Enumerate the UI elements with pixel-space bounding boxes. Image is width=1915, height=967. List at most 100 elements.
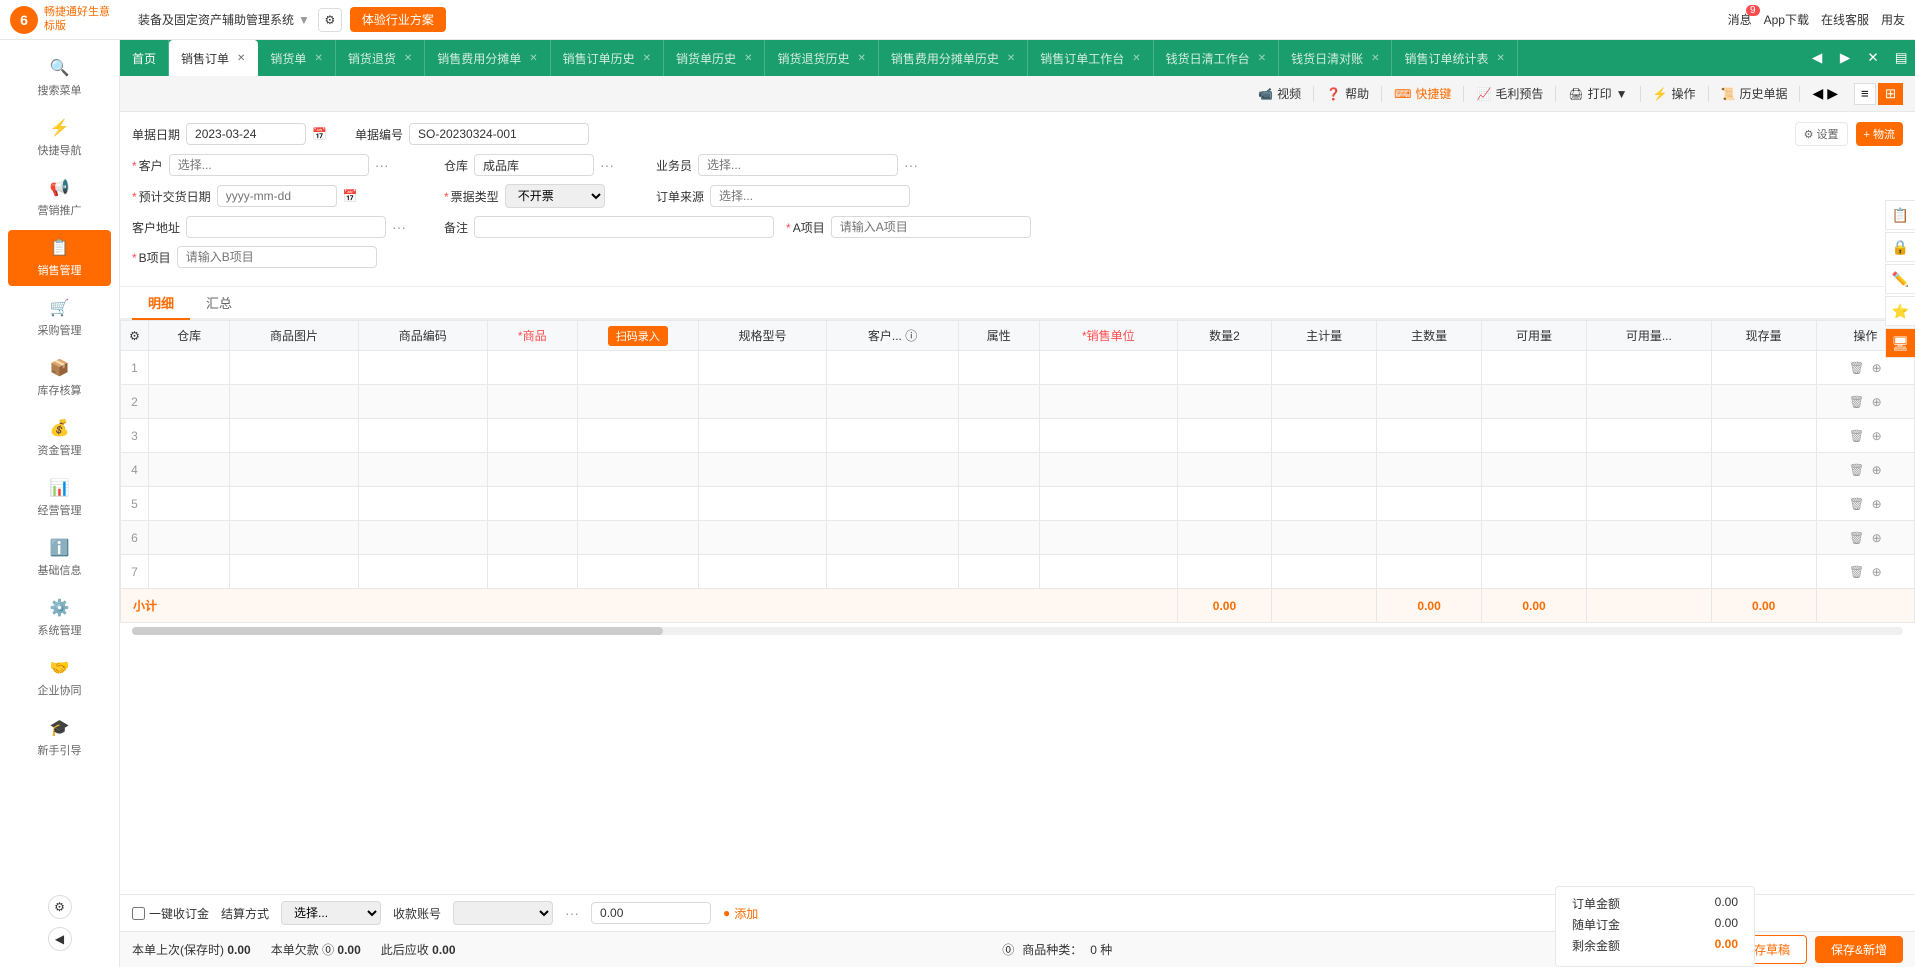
row-7-qty2[interactable] xyxy=(1177,555,1271,589)
row-5-cust-code[interactable] xyxy=(827,487,958,521)
close-sales-order-tab[interactable]: ✕ xyxy=(237,53,245,64)
view-button[interactable]: 📹 视频 xyxy=(1258,85,1301,102)
project-b-input[interactable] xyxy=(177,246,377,268)
row-7-cust-code[interactable] xyxy=(827,555,958,589)
row-6-product[interactable] xyxy=(487,521,577,555)
industry-plan-button[interactable]: 体验行业方案 xyxy=(350,7,446,32)
row-1-delete-icon[interactable]: 🗑 xyxy=(1849,361,1864,375)
row-2-delete-icon[interactable]: 🗑 xyxy=(1849,395,1864,409)
row-1-qty2[interactable] xyxy=(1177,351,1271,385)
row-4-unit[interactable] xyxy=(1039,453,1177,487)
row-4-attr[interactable] xyxy=(958,453,1039,487)
payment-amount-input[interactable] xyxy=(591,902,711,924)
close-sales-note-tab[interactable]: ✕ xyxy=(314,53,322,64)
row-3-unit[interactable] xyxy=(1039,419,1177,453)
staff-input[interactable] xyxy=(698,154,898,176)
tab-close-all-button[interactable]: ✕ xyxy=(1859,40,1887,76)
close-workbench-tab[interactable]: ✕ xyxy=(1132,53,1140,64)
toolbar-next-button[interactable]: ▶ xyxy=(1827,85,1838,102)
row-7-attr[interactable] xyxy=(958,555,1039,589)
row-4-copy-icon[interactable]: ⊕ xyxy=(1872,463,1882,477)
sidebar-item-inventory[interactable]: 📦 库存核算 xyxy=(8,350,111,406)
row-1-spec[interactable] xyxy=(698,351,827,385)
row-5-copy-icon[interactable]: ⊕ xyxy=(1872,497,1882,511)
row-6-cust-code[interactable] xyxy=(827,521,958,555)
calendar-icon[interactable]: 📅 xyxy=(312,127,327,141)
row-7-unit[interactable] xyxy=(1039,555,1177,589)
row-1-attr[interactable] xyxy=(958,351,1039,385)
row-3-attr[interactable] xyxy=(958,419,1039,453)
toolbar-prev-button[interactable]: ◀ xyxy=(1812,85,1823,102)
row-5-spec[interactable] xyxy=(698,487,827,521)
app-download-link[interactable]: App下载 xyxy=(1764,11,1809,28)
settings-bottom-icon[interactable]: ⚙ xyxy=(48,895,72,919)
row-6-attr[interactable] xyxy=(958,521,1039,555)
warehouse-input[interactable] xyxy=(474,154,594,176)
right-icon-clipboard[interactable]: 📋 xyxy=(1885,200,1915,230)
sidebar-item-collab[interactable]: 🤝 企业协同 xyxy=(8,650,111,706)
horizontal-scrollbar[interactable] xyxy=(132,627,1903,635)
row-7-delete-icon[interactable]: 🗑 xyxy=(1849,565,1864,579)
message-notification[interactable]: 消息 9 xyxy=(1728,11,1752,28)
close-reconciliation-tab[interactable]: ✕ xyxy=(1371,53,1379,64)
history-button[interactable]: 📜 历史单据 xyxy=(1721,85,1788,102)
tab-next-button[interactable]: ▶ xyxy=(1831,40,1859,76)
row-3-qty2[interactable] xyxy=(1177,419,1271,453)
tab-workbench[interactable]: 销售订单工作台 ✕ xyxy=(1028,40,1153,76)
ticket-select[interactable]: 不开票增值税专票普通发票 xyxy=(505,184,605,208)
note-input[interactable] xyxy=(474,216,774,238)
tab-statistics[interactable]: 销售订单统计表 ✕ xyxy=(1392,40,1517,76)
close-fee-split-history-tab[interactable]: ✕ xyxy=(1007,53,1015,64)
row-2-unit[interactable] xyxy=(1039,385,1177,419)
row-6-spec[interactable] xyxy=(698,521,827,555)
row-2-cust-code[interactable] xyxy=(827,385,958,419)
sidebar-item-purchase[interactable]: 🛒 采购管理 xyxy=(8,290,111,346)
warehouse-more-btn[interactable]: ··· xyxy=(600,157,614,173)
delivery-input[interactable] xyxy=(217,185,337,207)
sidebar-item-sales[interactable]: 📋 销售管理 xyxy=(8,230,111,286)
row-2-main-qty[interactable] xyxy=(1377,385,1482,419)
row-1-main-qty[interactable] xyxy=(1377,351,1482,385)
row-5-warehouse[interactable] xyxy=(149,487,230,521)
row-7-warehouse[interactable] xyxy=(149,555,230,589)
tab-sales-order[interactable]: 销售订单 ✕ xyxy=(169,40,258,76)
row-2-attr[interactable] xyxy=(958,385,1039,419)
row-4-code[interactable] xyxy=(358,453,487,487)
row-2-code[interactable] xyxy=(358,385,487,419)
list-view-button[interactable]: ≡ xyxy=(1854,83,1876,105)
account-select[interactable] xyxy=(453,901,553,925)
row-5-product[interactable] xyxy=(487,487,577,521)
close-order-history-tab[interactable]: ✕ xyxy=(643,53,651,64)
staff-more-btn[interactable]: ··· xyxy=(904,157,918,173)
close-return-tab[interactable]: ✕ xyxy=(404,53,412,64)
row-3-delete-icon[interactable]: 🗑 xyxy=(1849,429,1864,443)
tab-daily-clear[interactable]: 钱货日清工作台 ✕ xyxy=(1154,40,1279,76)
row-6-code[interactable] xyxy=(358,521,487,555)
row-1-product[interactable] xyxy=(487,351,577,385)
row-5-main-qty[interactable] xyxy=(1377,487,1482,521)
tab-return[interactable]: 销货退货 ✕ xyxy=(336,40,425,76)
row-1-unit[interactable] xyxy=(1039,351,1177,385)
customer-more-btn[interactable]: ··· xyxy=(375,157,389,173)
save-new-button[interactable]: 保存&新增 xyxy=(1815,936,1903,963)
row-2-spec[interactable] xyxy=(698,385,827,419)
row-3-product[interactable] xyxy=(487,419,577,453)
row-6-qty2[interactable] xyxy=(1177,521,1271,555)
online-service-link[interactable]: 在线客服 xyxy=(1821,11,1869,28)
sidebar-item-system[interactable]: ⚙️ 系统管理 xyxy=(8,590,111,646)
row-4-qty2[interactable] xyxy=(1177,453,1271,487)
row-1-cust-code[interactable] xyxy=(827,351,958,385)
close-fee-split-tab[interactable]: ✕ xyxy=(529,53,537,64)
tab-fee-split-history[interactable]: 销售费用分摊单历史 ✕ xyxy=(879,40,1028,76)
row-1-warehouse[interactable] xyxy=(149,351,230,385)
row-5-delete-icon[interactable]: 🗑 xyxy=(1849,497,1864,511)
sidebar-item-guide[interactable]: 🎓 新手引导 xyxy=(8,710,111,766)
row-5-code[interactable] xyxy=(358,487,487,521)
card-view-button[interactable]: ⊞ xyxy=(1878,83,1903,105)
add-row-button[interactable]: ● 添加 xyxy=(723,905,758,922)
row-3-warehouse[interactable] xyxy=(149,419,230,453)
row-2-copy-icon[interactable]: ⊕ xyxy=(1872,395,1882,409)
col-settings[interactable]: ⚙ xyxy=(121,321,149,351)
address-input[interactable] xyxy=(186,216,386,238)
sidebar-item-nav[interactable]: ⚡ 快捷导航 xyxy=(8,110,111,166)
